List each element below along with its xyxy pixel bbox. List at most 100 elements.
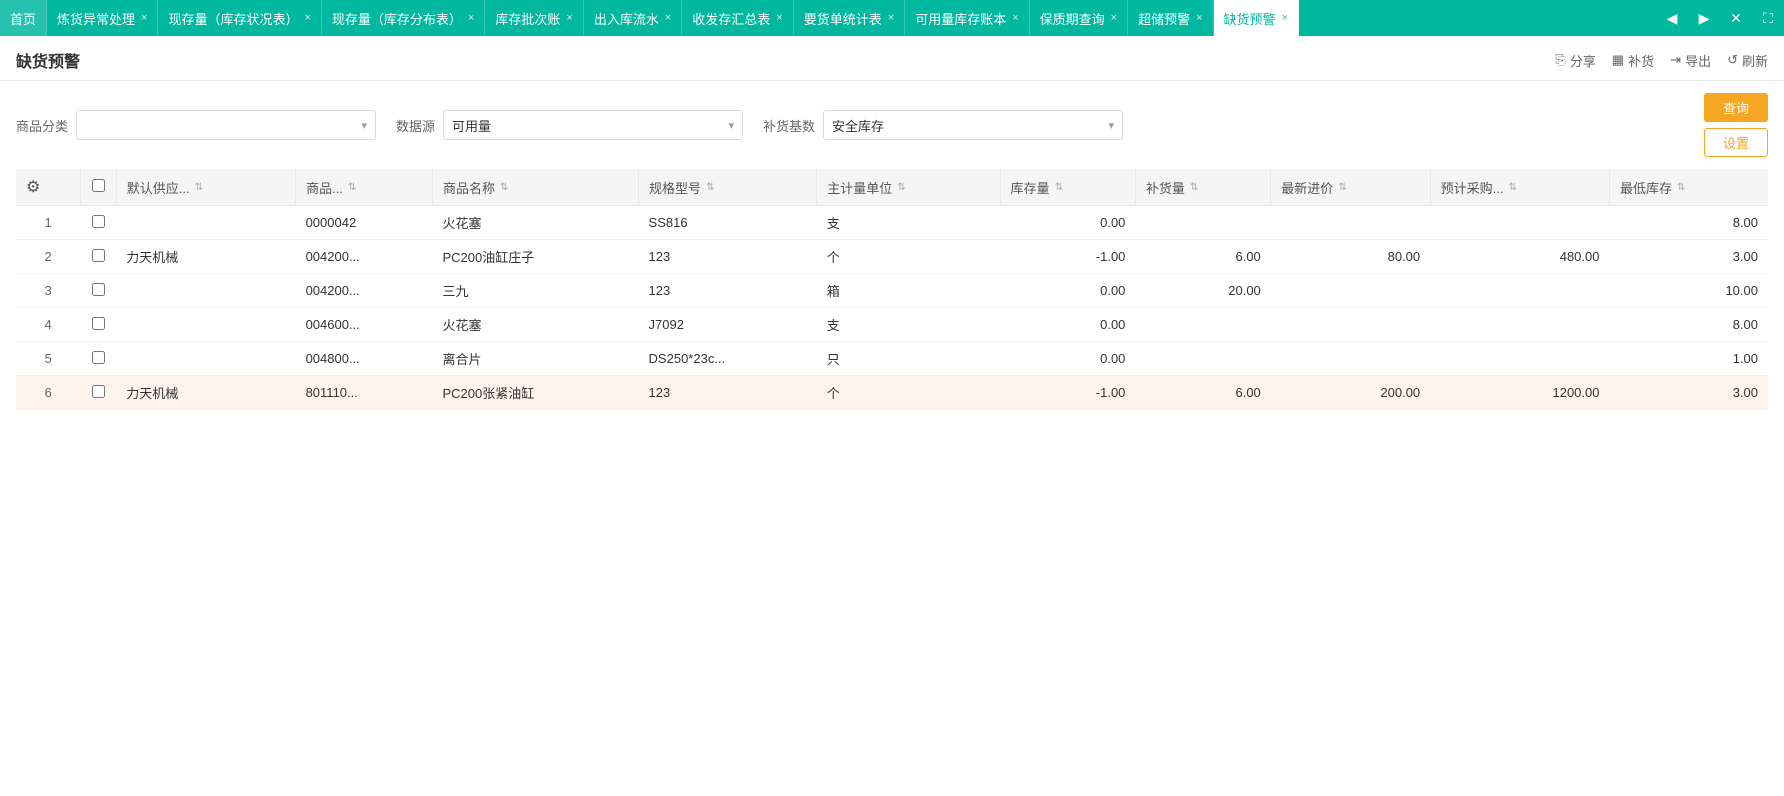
sort-icon[interactable]: ⇅ xyxy=(1055,182,1063,193)
replenish-value: 安全库存 xyxy=(832,116,884,135)
sort-icon[interactable]: ⇅ xyxy=(897,182,905,193)
row-checkbox[interactable] xyxy=(92,283,105,296)
cell-est-purchase: 1200.00 xyxy=(1430,376,1609,410)
cell-unit: 只 xyxy=(817,342,1000,376)
th-latest-price: 最新进价 ⇅ xyxy=(1271,169,1430,206)
nav-prev-button[interactable]: ◀ xyxy=(1656,0,1688,36)
nav-close-button[interactable]: ✕ xyxy=(1720,0,1752,36)
share-button[interactable]: ⎘ 分享 xyxy=(1555,51,1595,70)
cell-replenish: 20.00 xyxy=(1135,274,1270,308)
row-number: 3 xyxy=(16,274,80,308)
datasource-select[interactable]: 可用量 ▾ xyxy=(443,110,743,140)
row-checkbox-cell xyxy=(80,206,116,240)
nav-tab-9[interactable]: 保质期查询 × xyxy=(1030,0,1128,36)
refresh-button[interactable]: ↺ 刷新 xyxy=(1727,51,1768,70)
nav-tab-4[interactable]: 库存批次账 × xyxy=(485,0,583,36)
nav-tab-6[interactable]: 收发存汇总表 × xyxy=(682,0,793,36)
replenish-icon: ▦ xyxy=(1612,52,1624,68)
nav-tab-7[interactable]: 要货单统计表 × xyxy=(794,0,905,36)
replenish-button[interactable]: ▦ 补货 xyxy=(1612,51,1654,70)
close-icon[interactable]: × xyxy=(304,12,310,24)
cell-replenish xyxy=(1135,206,1270,240)
row-checkbox[interactable] xyxy=(92,317,105,330)
sort-icon[interactable]: ⇅ xyxy=(500,182,508,193)
sort-icon[interactable]: ⇅ xyxy=(706,182,714,193)
cell-est-purchase: 480.00 xyxy=(1430,240,1609,274)
category-select[interactable]: ▾ xyxy=(76,110,376,140)
cell-name: 火花塞 xyxy=(432,206,638,240)
nav-tab-10[interactable]: 超储预警 × xyxy=(1128,0,1213,36)
gear-icon[interactable]: ⚙ xyxy=(26,179,40,196)
th-spec: 规格型号 ⇅ xyxy=(639,169,817,206)
header-actions: ⎘ 分享 ▦ 补货 ⇥ 导出 ↺ 刷新 xyxy=(1555,51,1768,70)
sort-icon[interactable]: ⇅ xyxy=(1509,182,1517,193)
nav-tab-2[interactable]: 现存量（库存状况表） × xyxy=(158,0,321,36)
th-stock: 库存量 ⇅ xyxy=(1000,169,1135,206)
cell-unit: 个 xyxy=(817,240,1000,274)
sort-icon[interactable]: ⇅ xyxy=(1677,182,1685,193)
datasource-value: 可用量 xyxy=(452,116,491,135)
refresh-icon: ↺ xyxy=(1727,52,1738,68)
nav-tab-3[interactable]: 现存量（库存分布表） × xyxy=(322,0,485,36)
cell-est-purchase xyxy=(1430,206,1609,240)
category-filter: 商品分类 ▾ xyxy=(16,110,376,140)
settings-button[interactable]: 设置 xyxy=(1704,128,1768,157)
export-button[interactable]: ⇥ 导出 xyxy=(1670,51,1711,70)
close-icon[interactable]: × xyxy=(566,12,572,24)
nav-tab-active[interactable]: 缺货预警 × xyxy=(1214,0,1299,36)
sort-icon[interactable]: ⇅ xyxy=(1338,182,1346,193)
th-unit: 主计量单位 ⇅ xyxy=(817,169,1000,206)
datasource-filter: 数据源 可用量 ▾ xyxy=(396,110,743,140)
export-icon: ⇥ xyxy=(1670,52,1681,68)
close-icon[interactable]: × xyxy=(468,12,474,24)
filter-area: 商品分类 ▾ 数据源 可用量 ▾ 补货基数 安全库存 ▾ 查询 设置 xyxy=(0,81,1784,169)
row-number: 2 xyxy=(16,240,80,274)
th-supplier: 默认供应... ⇅ xyxy=(116,169,295,206)
nav-maximize-button[interactable]: ⛶ xyxy=(1752,0,1784,36)
close-icon[interactable]: × xyxy=(1111,12,1117,24)
close-icon[interactable]: × xyxy=(1196,12,1202,24)
close-icon[interactable]: × xyxy=(1012,12,1018,24)
cell-min-stock: 8.00 xyxy=(1609,308,1768,342)
row-checkbox[interactable] xyxy=(92,215,105,228)
nav-tab-1[interactable]: 炼货异常处理 × xyxy=(47,0,158,36)
nav-next-button[interactable]: ▶ xyxy=(1688,0,1720,36)
row-checkbox[interactable] xyxy=(92,351,105,364)
nav-tab-8[interactable]: 可用量库存账本 × xyxy=(905,0,1029,36)
cell-spec: 123 xyxy=(639,274,817,308)
sort-icon[interactable]: ⇅ xyxy=(348,182,356,193)
cell-unit: 支 xyxy=(817,308,1000,342)
cell-spec: 123 xyxy=(639,376,817,410)
cell-supplier: 力天机械 xyxy=(116,240,295,274)
select-all-checkbox[interactable] xyxy=(92,179,105,192)
cell-latest-price xyxy=(1271,308,1430,342)
th-min-stock: 最低库存 ⇅ xyxy=(1609,169,1768,206)
nav-tab-5[interactable]: 出入库流水 × xyxy=(584,0,682,36)
cell-stock: 0.00 xyxy=(1000,206,1135,240)
close-icon[interactable]: × xyxy=(776,12,782,24)
close-icon[interactable]: × xyxy=(888,12,894,24)
query-button[interactable]: 查询 xyxy=(1704,93,1768,122)
data-table: ⚙ 默认供应... ⇅ 商品... ⇅ xyxy=(16,169,1768,410)
share-icon: ⎘ xyxy=(1555,52,1565,68)
close-icon[interactable]: × xyxy=(1282,12,1288,24)
nav-tab-home[interactable]: 首页 xyxy=(0,0,47,36)
table-row: 4 004600... 火花塞 J7092 支 0.00 8.00 xyxy=(16,308,1768,342)
row-number: 6 xyxy=(16,376,80,410)
sort-icon[interactable]: ⇅ xyxy=(195,182,203,193)
table-row: 1 0000042 火花塞 SS816 支 0.00 8.00 xyxy=(16,206,1768,240)
close-icon[interactable]: × xyxy=(665,12,671,24)
replenish-label: 补货基数 xyxy=(763,116,815,135)
th-code: 商品... ⇅ xyxy=(296,169,433,206)
cell-stock: -1.00 xyxy=(1000,240,1135,274)
cell-spec: DS250*23c... xyxy=(639,342,817,376)
sort-icon[interactable]: ⇅ xyxy=(1190,182,1198,193)
replenish-select[interactable]: 安全库存 ▾ xyxy=(823,110,1123,140)
row-checkbox[interactable] xyxy=(92,249,105,262)
replenish-filter: 补货基数 安全库存 ▾ xyxy=(763,110,1123,140)
close-icon[interactable]: × xyxy=(141,12,147,24)
row-checkbox[interactable] xyxy=(92,385,105,398)
cell-spec: J7092 xyxy=(639,308,817,342)
cell-name: 三九 xyxy=(432,274,638,308)
page-title: 缺货预警 xyxy=(16,48,80,72)
